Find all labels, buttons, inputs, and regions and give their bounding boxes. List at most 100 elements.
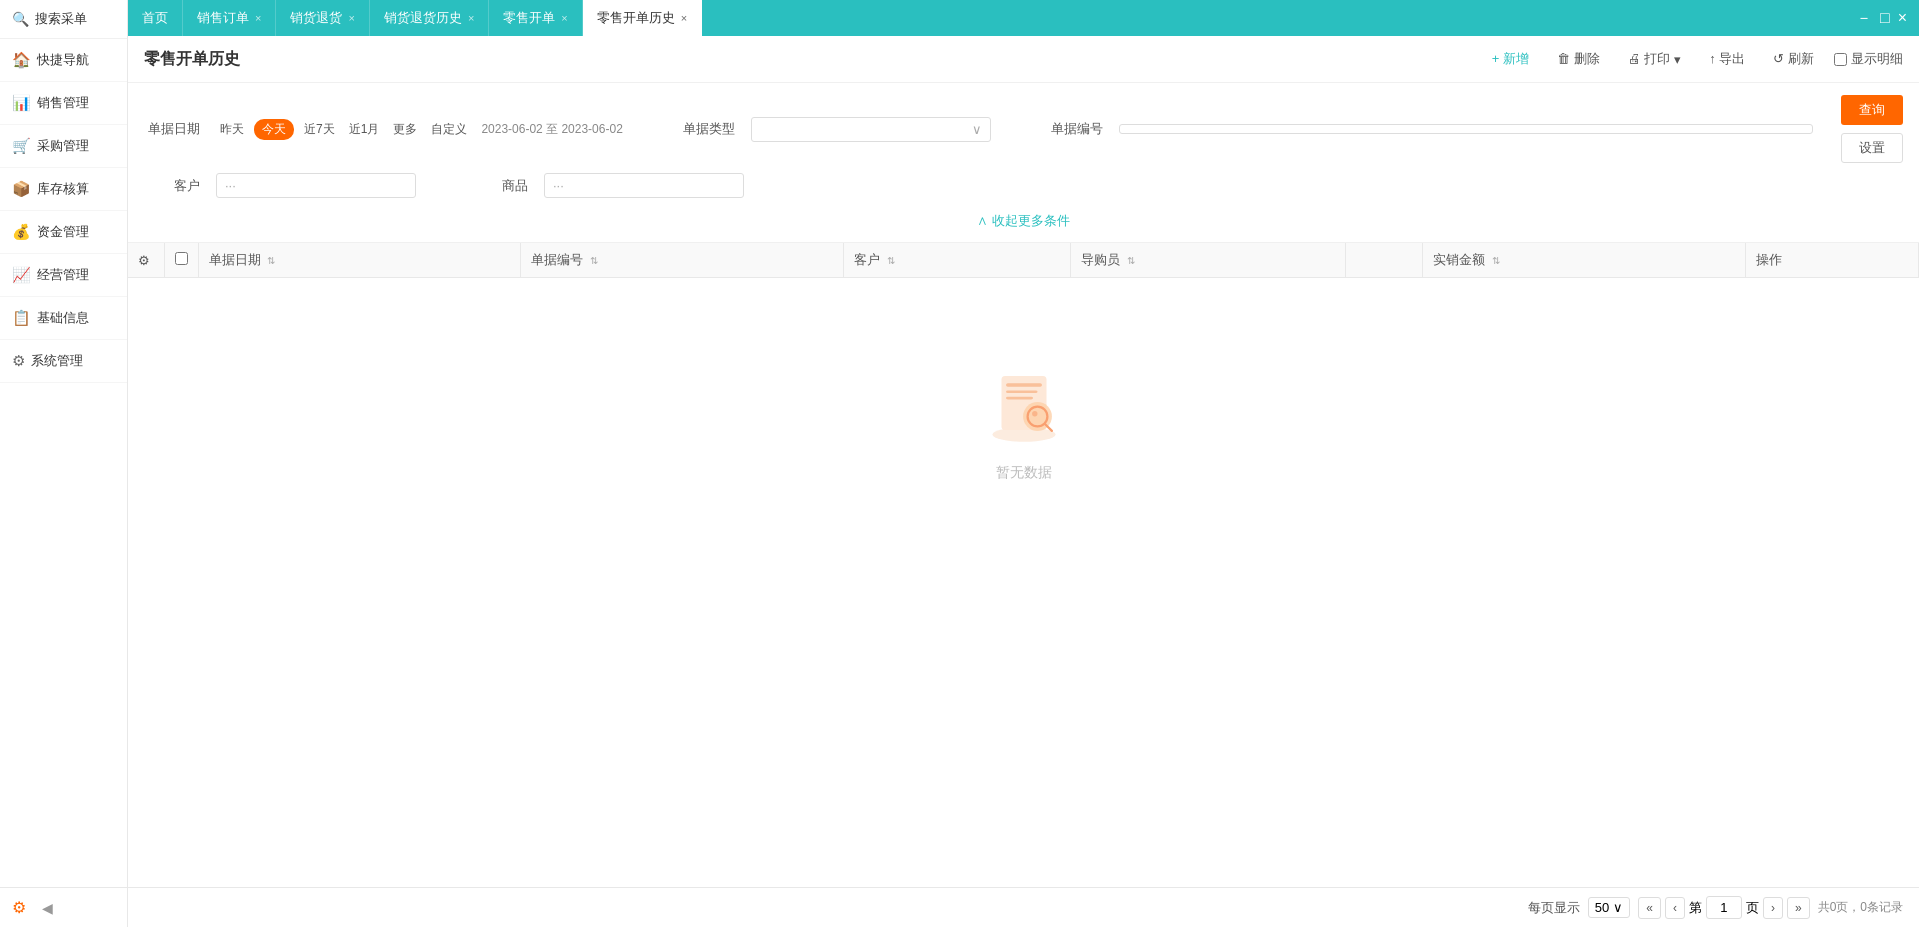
tab-retail-open-close[interactable]: × (561, 12, 567, 24)
th-date[interactable]: 单据日期 ⇅ (198, 243, 521, 278)
th-amount-label: 实销金额 (1433, 252, 1485, 267)
th-action-label: 操作 (1756, 252, 1782, 267)
delete-label: 🗑 删除 (1557, 50, 1600, 68)
th-guide[interactable]: 导购员 ⇅ (1070, 243, 1345, 278)
date-opt-1month[interactable]: 近1月 (345, 119, 384, 140)
sort-amount-icon[interactable]: ⇅ (1492, 255, 1500, 266)
th-no[interactable]: 单据编号 ⇅ (521, 243, 844, 278)
goods-label: 商品 (472, 177, 528, 195)
filter-area: 单据日期 昨天 今天 近7天 近1月 更多 自定义 2023-06-02 至 2… (128, 83, 1919, 243)
sidebar-item-inventory[interactable]: 📦 库存核算 (0, 168, 127, 211)
sidebar-item-finance[interactable]: 💰 资金管理 (0, 211, 127, 254)
sidebar-item-sales-mgmt[interactable]: 📊 销售管理 (0, 82, 127, 125)
sidebar-item-sys-mgmt[interactable]: ⚙ 系统管理 (0, 340, 127, 383)
collapse-sidebar-icon[interactable]: ◀ (42, 900, 53, 916)
prev-page-button[interactable]: ‹ (1665, 897, 1685, 919)
order-no-input[interactable] (1119, 124, 1813, 134)
tab-sales-order-close[interactable]: × (255, 12, 261, 24)
th-settings[interactable]: ⚙ (128, 243, 164, 278)
window-close-icon[interactable]: × (1898, 9, 1907, 27)
content-area: 零售开单历史 + 新增 🗑 删除 🖨 打印 ▾ ↑ 导出 ↺ 刷新 (128, 36, 1919, 927)
type-select[interactable]: ∨ (751, 117, 991, 142)
pagination-bar: 每页显示 50 ∨ « ‹ 第 页 › » 共0页，0条记录 (128, 887, 1919, 927)
empty-state: 暂无数据 (128, 278, 1919, 562)
tab-sales-return-history-label: 销货退货历史 (384, 9, 462, 27)
gear-icon: ⚙ (12, 352, 25, 370)
table-area: ⚙ 单据日期 ⇅ 单据编号 ⇅ 客户 ⇅ (128, 243, 1919, 887)
th-checkbox[interactable] (164, 243, 198, 278)
show-detail-input[interactable] (1834, 53, 1847, 66)
tab-sales-order[interactable]: 销售订单 × (183, 0, 276, 36)
print-button[interactable]: 🖨 打印 ▾ (1620, 46, 1690, 72)
sort-no-icon[interactable]: ⇅ (590, 255, 598, 266)
first-page-button[interactable]: « (1638, 897, 1661, 919)
date-opt-yesterday[interactable]: 昨天 (216, 119, 248, 140)
ops-icon: 📈 (12, 266, 31, 284)
tab-sales-return[interactable]: 销货退货 × (276, 0, 369, 36)
settings-icon[interactable]: ⚙ (12, 898, 26, 917)
tab-sales-return-history-close[interactable]: × (468, 12, 474, 24)
filter-row-1: 单据日期 昨天 今天 近7天 近1月 更多 自定义 2023-06-02 至 2… (144, 95, 1903, 163)
tab-sales-return-label: 销货退货 (290, 9, 342, 27)
tab-home-label: 首页 (142, 9, 168, 27)
th-customer[interactable]: 客户 ⇅ (843, 243, 1070, 278)
th-amount[interactable]: 实销金额 ⇅ (1423, 243, 1746, 278)
search-icon: 🔍 (12, 11, 29, 27)
page-input[interactable] (1706, 896, 1742, 919)
sidebar-item-label: 销售管理 (37, 94, 89, 112)
type-arrow: ∨ (972, 122, 982, 137)
goods-input[interactable]: ··· (544, 173, 744, 198)
tab-home[interactable]: 首页 (128, 0, 183, 36)
tab-sales-return-close[interactable]: × (348, 12, 354, 24)
table-header-row: ⚙ 单据日期 ⇅ 单据编号 ⇅ 客户 ⇅ (128, 243, 1919, 278)
page-nav: « ‹ 第 页 › » (1638, 896, 1809, 919)
sidebar-search[interactable]: 🔍 搜索采单 (0, 0, 127, 39)
date-opt-7days[interactable]: 近7天 (300, 119, 339, 140)
collapse-label: ∧ 收起更多条件 (977, 212, 1070, 230)
sidebar-item-basic-info[interactable]: 📋 基础信息 (0, 297, 127, 340)
tab-retail-open-label: 零售开单 (503, 9, 555, 27)
per-page-arrow: ∨ (1613, 900, 1623, 915)
home-icon: 🏠 (12, 51, 31, 69)
tab-retail-open-history[interactable]: 零售开单历史 × (583, 0, 702, 36)
th-empty (1345, 243, 1422, 278)
refresh-button[interactable]: ↺ 刷新 (1765, 46, 1822, 72)
svg-rect-4 (1006, 397, 1033, 400)
per-page-select[interactable]: 50 ∨ (1588, 897, 1630, 918)
date-opt-more[interactable]: 更多 (389, 119, 421, 140)
tab-retail-open-history-close[interactable]: × (681, 12, 687, 24)
delete-button[interactable]: 🗑 删除 (1549, 46, 1608, 72)
date-opt-today[interactable]: 今天 (254, 119, 294, 140)
sort-customer-icon[interactable]: ⇅ (887, 255, 895, 266)
sort-guide-icon[interactable]: ⇅ (1127, 255, 1135, 266)
add-button[interactable]: + 新增 (1484, 46, 1537, 72)
customer-label: 客户 (144, 177, 200, 195)
finance-icon: 💰 (12, 223, 31, 241)
show-detail-checkbox[interactable]: 显示明细 (1834, 50, 1903, 68)
sidebar-item-purchase-mgmt[interactable]: 🛒 采购管理 (0, 125, 127, 168)
window-maximize-icon[interactable]: □ (1880, 9, 1890, 27)
tab-sales-return-history[interactable]: 销货退货历史 × (370, 0, 489, 36)
sidebar-item-quick-nav[interactable]: 🏠 快捷导航 (0, 39, 127, 82)
sidebar-search-label: 搜索采单 (35, 10, 87, 28)
tab-bar: 首页 销售订单 × 销货退货 × 销货退货历史 × 零售开单 × 零售开单历史 … (128, 0, 1919, 36)
customer-input[interactable]: ··· (216, 173, 416, 198)
select-all-checkbox[interactable] (175, 252, 188, 265)
sidebar-item-ops-mgmt[interactable]: 📈 经营管理 (0, 254, 127, 297)
sort-date-icon[interactable]: ⇅ (267, 255, 275, 266)
setting-button[interactable]: 设置 (1841, 133, 1903, 163)
export-button[interactable]: ↑ 导出 (1701, 46, 1753, 72)
last-page-button[interactable]: » (1787, 897, 1810, 919)
tab-retail-open[interactable]: 零售开单 × (489, 0, 582, 36)
collapse-filter-btn[interactable]: ∧ 收起更多条件 (144, 208, 1903, 234)
cart-icon: 🛒 (12, 137, 31, 155)
query-button[interactable]: 查询 (1841, 95, 1903, 125)
info-icon: 📋 (12, 309, 31, 327)
window-minimize-icon[interactable]: － (1856, 8, 1872, 29)
total-info: 共0页，0条记录 (1818, 899, 1903, 916)
date-opt-custom[interactable]: 自定义 (427, 119, 471, 140)
tab-bar-actions: － □ × (1848, 8, 1919, 29)
next-page-button[interactable]: › (1763, 897, 1783, 919)
date-options: 昨天 今天 近7天 近1月 更多 自定义 2023-06-02 至 2023-0… (216, 119, 623, 140)
sidebar-item-label: 基础信息 (37, 309, 89, 327)
